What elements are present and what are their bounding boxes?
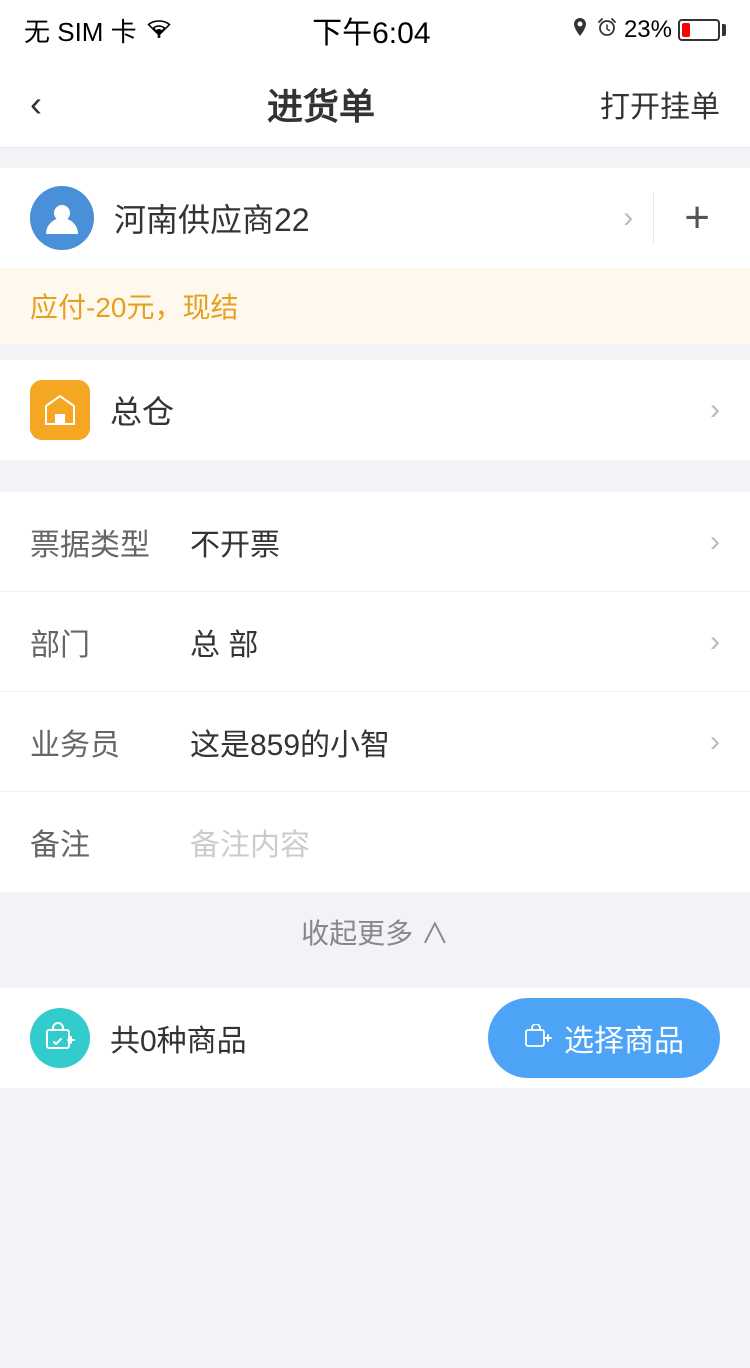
- supplier-name: 河南供应商22: [94, 195, 613, 241]
- notice-text: 应付-20元，现结: [30, 292, 238, 323]
- select-product-label: 选择商品: [564, 1016, 684, 1060]
- department-label: 部门: [30, 620, 170, 664]
- warehouse-chevron-icon: ›: [710, 393, 720, 427]
- battery-text: 23%: [624, 16, 672, 44]
- location-icon: [570, 16, 590, 45]
- status-left: 无 SIM 卡: [24, 12, 173, 49]
- products-row: 共0种商品 选择商品: [0, 988, 750, 1088]
- warehouse-name: 总仓: [90, 387, 700, 433]
- remark-row[interactable]: 备注 备注内容: [0, 792, 750, 892]
- collapse-label: 收起更多 ∧: [301, 912, 449, 952]
- department-row[interactable]: 部门 总 部 ›: [0, 592, 750, 692]
- nav-bar: ‹ 进货单 打开挂单: [0, 60, 750, 148]
- remark-input[interactable]: 备注内容: [170, 820, 720, 864]
- gap-4: [0, 972, 750, 988]
- supplier-avatar: [30, 186, 94, 250]
- bottom-area: [0, 1088, 750, 1368]
- remark-label: 备注: [30, 820, 170, 864]
- open-pending-button[interactable]: 打开挂单: [600, 82, 720, 126]
- gap-3: [0, 460, 750, 476]
- page-title: 进货单: [267, 78, 375, 130]
- back-button[interactable]: ‹: [30, 83, 42, 125]
- product-icon: [30, 1008, 90, 1068]
- warehouse-icon: [30, 380, 90, 440]
- invoice-value: 不开票: [170, 520, 700, 564]
- status-time: 下午6:04: [312, 8, 430, 52]
- alarm-icon: [596, 16, 618, 45]
- products-count: 共0种商品: [110, 1016, 247, 1060]
- department-value: 总 部: [170, 620, 700, 664]
- notice-banner: 应付-20元，现结: [0, 268, 750, 344]
- section-gap-1: [0, 148, 750, 168]
- status-bar: 无 SIM 卡 下午6:04 23%: [0, 0, 750, 60]
- battery-icon: [678, 19, 726, 41]
- invoice-row[interactable]: 票据类型 不开票 ›: [0, 492, 750, 592]
- salesperson-label: 业务员: [30, 720, 170, 764]
- wifi-icon: [145, 15, 173, 46]
- department-chevron-icon: ›: [710, 625, 720, 659]
- supplier-row[interactable]: 河南供应商22 › +: [0, 168, 750, 268]
- select-product-button[interactable]: 选择商品: [488, 998, 720, 1078]
- salesperson-row[interactable]: 业务员 这是859的小智 ›: [0, 692, 750, 792]
- salesperson-chevron-icon: ›: [710, 725, 720, 759]
- no-sim-text: 无 SIM 卡: [24, 12, 137, 49]
- products-left: 共0种商品: [30, 1008, 247, 1068]
- form-section: 票据类型 不开票 › 部门 总 部 › 业务员 这是859的小智 › 备注 备注…: [0, 492, 750, 892]
- gap-2: [0, 344, 750, 360]
- collapse-button[interactable]: 收起更多 ∧: [0, 892, 750, 972]
- supplier-section: 河南供应商22 › +: [0, 168, 750, 268]
- add-supplier-button[interactable]: +: [674, 193, 720, 243]
- warehouse-row[interactable]: 总仓 ›: [0, 360, 750, 460]
- status-right: 23%: [570, 16, 726, 45]
- supplier-divider: [653, 193, 654, 243]
- salesperson-value: 这是859的小智: [170, 720, 700, 764]
- invoice-label: 票据类型: [30, 520, 170, 564]
- supplier-chevron-icon: ›: [623, 201, 633, 235]
- invoice-chevron-icon: ›: [710, 525, 720, 559]
